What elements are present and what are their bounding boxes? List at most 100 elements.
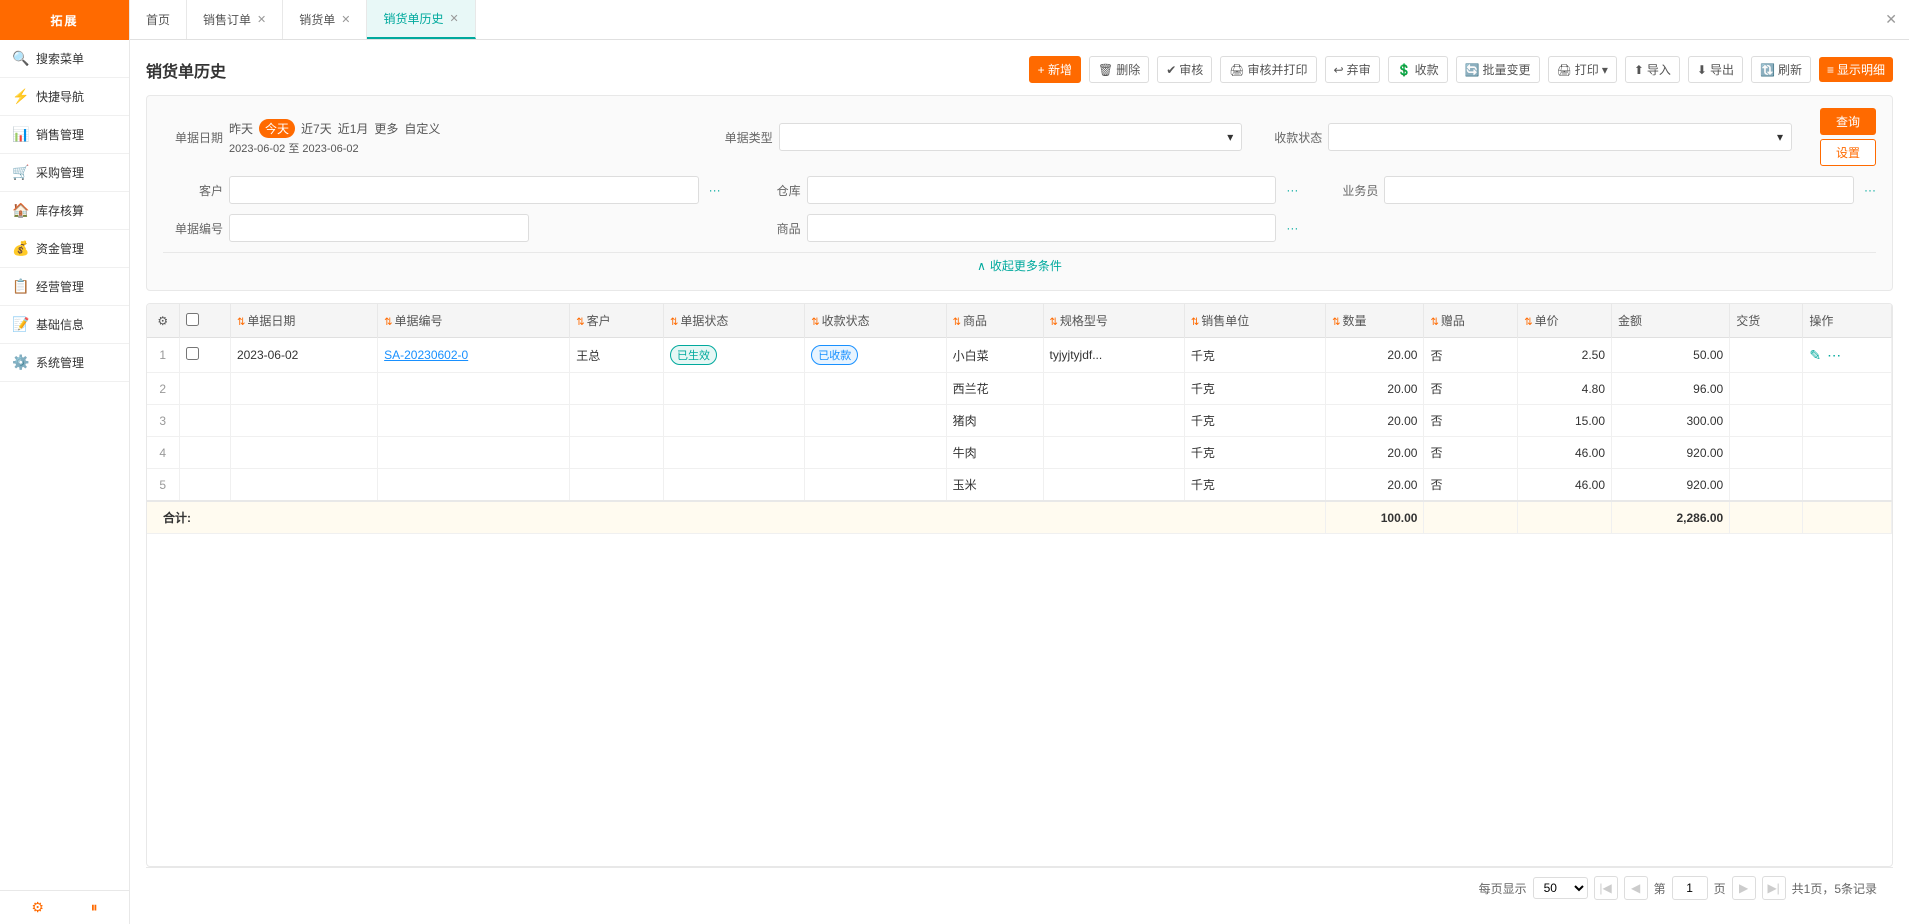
cell-checkbox[interactable] bbox=[179, 405, 230, 437]
page-title: 销货单历史 bbox=[146, 58, 226, 82]
col-qty[interactable]: ⇅数量 bbox=[1326, 304, 1424, 338]
finance-icon: 💰 bbox=[12, 240, 28, 257]
col-checkbox[interactable] bbox=[179, 304, 230, 338]
cell-price: 46.00 bbox=[1518, 437, 1612, 469]
cell-qty: 20.00 bbox=[1326, 338, 1424, 373]
col-gear[interactable]: ⚙ bbox=[147, 304, 179, 338]
batch-change-button[interactable]: 🔄 批量变更 bbox=[1456, 56, 1540, 83]
sidebar-collapse-icon[interactable]: ⏸ bbox=[91, 899, 98, 916]
delete-button[interactable]: 🗑 删除 bbox=[1089, 56, 1149, 83]
collapse-button[interactable]: ∧ 收起更多条件 bbox=[163, 252, 1876, 278]
col-spec[interactable]: ⇅规格型号 bbox=[1043, 304, 1184, 338]
customer-input[interactable] bbox=[229, 176, 699, 204]
sidebar-item-operations[interactable]: 📋 经营管理 bbox=[0, 268, 129, 306]
print-button[interactable]: 🖨 打印 ▾ bbox=[1548, 56, 1617, 83]
tab-sales-delivery[interactable]: 销货单 ✕ bbox=[283, 0, 367, 39]
sidebar-settings-icon[interactable]: ⚙ bbox=[31, 899, 44, 916]
product-label: 商品 bbox=[741, 220, 801, 237]
page-input[interactable] bbox=[1672, 876, 1708, 900]
col-doc-date[interactable]: ⇅单据日期 bbox=[230, 304, 377, 338]
date-tab-today[interactable]: 今天 bbox=[259, 119, 295, 138]
sidebar-item-basic-info[interactable]: 📝 基础信息 bbox=[0, 306, 129, 344]
col-customer[interactable]: ⇅客户 bbox=[570, 304, 664, 338]
doc-no-link[interactable]: SA-20230602-0 bbox=[384, 348, 468, 362]
refresh-button[interactable]: 🔃 刷新 bbox=[1751, 56, 1811, 83]
last-page-button[interactable]: ▶| bbox=[1762, 876, 1786, 900]
sidebar-item-quick-nav[interactable]: ⚡ 快捷导航 bbox=[0, 78, 129, 116]
tab-sales-history-label: 销货单历史 bbox=[383, 10, 443, 27]
col-product[interactable]: ⇅商品 bbox=[946, 304, 1043, 338]
customer-dots[interactable]: ··· bbox=[709, 183, 721, 197]
cell-product: 玉米 bbox=[946, 469, 1043, 502]
col-gift[interactable]: ⇅赠品 bbox=[1424, 304, 1518, 338]
row-checkbox[interactable] bbox=[186, 347, 199, 360]
sidebar-item-search-menu[interactable]: 🔍 搜索菜单 bbox=[0, 40, 129, 78]
sidebar-item-label: 系统管理 bbox=[36, 354, 84, 371]
audit-button[interactable]: ✔ 审核 bbox=[1157, 56, 1212, 83]
quick-nav-icon: ⚡ bbox=[12, 88, 28, 105]
pay-status-chevron-icon: ▾ bbox=[1777, 130, 1783, 144]
discard-button[interactable]: ↩ 弃审 bbox=[1325, 56, 1380, 83]
cell-rownum: 3 bbox=[147, 405, 179, 437]
tab-bar-close-button[interactable]: ✕ bbox=[1873, 0, 1909, 39]
audit-print-button[interactable]: 🖨 审核并打印 bbox=[1220, 56, 1316, 83]
col-price[interactable]: ⇅单价 bbox=[1518, 304, 1612, 338]
cell-checkbox[interactable] bbox=[179, 469, 230, 502]
select-all-checkbox[interactable] bbox=[186, 313, 199, 326]
tab-sales-delivery-close[interactable]: ✕ bbox=[341, 13, 350, 26]
salesperson-dots[interactable]: ··· bbox=[1864, 183, 1876, 197]
doc-num-input[interactable] bbox=[229, 214, 529, 242]
pay-status-label: 收款状态 bbox=[1262, 129, 1322, 146]
cell-qty: 20.00 bbox=[1326, 437, 1424, 469]
tab-sales-order[interactable]: 销售订单 ✕ bbox=[187, 0, 283, 39]
sidebar-item-sys-mgmt[interactable]: ⚙️ 系统管理 bbox=[0, 344, 129, 382]
more-action[interactable]: ⋯ bbox=[1827, 347, 1841, 364]
print-icon: 🖨 bbox=[1557, 63, 1572, 77]
prev-page-button[interactable]: ◀ bbox=[1624, 876, 1648, 900]
sidebar-item-sales-mgmt[interactable]: 📊 销售管理 bbox=[0, 116, 129, 154]
col-unit[interactable]: ⇅销售单位 bbox=[1184, 304, 1325, 338]
col-pay-status[interactable]: ⇅收款状态 bbox=[805, 304, 946, 338]
edit-action[interactable]: ✎ bbox=[1809, 347, 1821, 364]
total-qty: 100.00 bbox=[1326, 501, 1424, 534]
cell-checkbox[interactable] bbox=[179, 373, 230, 405]
cell-product: 牛肉 bbox=[946, 437, 1043, 469]
doc-type-select[interactable]: ▾ bbox=[779, 123, 1243, 151]
tab-sales-order-close[interactable]: ✕ bbox=[257, 13, 266, 26]
date-tab-7days[interactable]: 近7天 bbox=[301, 120, 332, 137]
date-tab-more[interactable]: 更多 bbox=[374, 120, 398, 137]
next-page-button[interactable]: ▶ bbox=[1732, 876, 1756, 900]
cell-checkbox[interactable] bbox=[179, 338, 230, 373]
col-doc-status[interactable]: ⇅单据状态 bbox=[664, 304, 805, 338]
query-button[interactable]: 查询 bbox=[1820, 108, 1876, 135]
col-actions: 操作 bbox=[1803, 304, 1892, 338]
warehouse-input[interactable] bbox=[807, 176, 1277, 204]
product-input[interactable] bbox=[807, 214, 1277, 242]
warehouse-dots[interactable]: ··· bbox=[1286, 183, 1298, 197]
cell-doc-status: 已生效 bbox=[664, 338, 805, 373]
display-detail-button[interactable]: ≡ 显示明细 bbox=[1819, 57, 1893, 82]
date-tab-yesterday[interactable]: 昨天 bbox=[229, 120, 253, 137]
cell-checkbox[interactable] bbox=[179, 437, 230, 469]
new-button[interactable]: + 新增 bbox=[1029, 56, 1081, 83]
tab-sales-history-close[interactable]: ✕ bbox=[450, 12, 459, 25]
tab-home[interactable]: 首页 bbox=[130, 0, 187, 39]
salesperson-input[interactable] bbox=[1384, 176, 1854, 204]
tab-sales-history[interactable]: 销货单历史 ✕ bbox=[367, 0, 475, 39]
setting-button[interactable]: 设置 bbox=[1820, 139, 1876, 166]
sidebar-item-inventory[interactable]: 🏠 库存核算 bbox=[0, 192, 129, 230]
date-range: 昨天 今天 近7天 近1月 更多 自定义 2023-06-02 至 2023-0… bbox=[229, 119, 440, 156]
product-dots[interactable]: ··· bbox=[1286, 221, 1298, 235]
import-button[interactable]: ⬆ 导入 bbox=[1625, 56, 1680, 83]
date-tab-custom[interactable]: 自定义 bbox=[404, 120, 440, 137]
date-tab-1month[interactable]: 近1月 bbox=[338, 120, 369, 137]
page-size-select[interactable]: 50 100 200 bbox=[1533, 877, 1588, 899]
export-button[interactable]: ⬇ 导出 bbox=[1688, 56, 1743, 83]
first-page-button[interactable]: |◀ bbox=[1594, 876, 1618, 900]
sidebar-item-purchase-mgmt[interactable]: 🛒 采购管理 bbox=[0, 154, 129, 192]
sidebar-item-label: 经营管理 bbox=[36, 278, 84, 295]
pay-status-select[interactable]: ▾ bbox=[1328, 123, 1792, 151]
collect-button[interactable]: 💲 收款 bbox=[1388, 56, 1448, 83]
col-doc-no[interactable]: ⇅单据编号 bbox=[378, 304, 570, 338]
sidebar-item-finance[interactable]: 💰 资金管理 bbox=[0, 230, 129, 268]
